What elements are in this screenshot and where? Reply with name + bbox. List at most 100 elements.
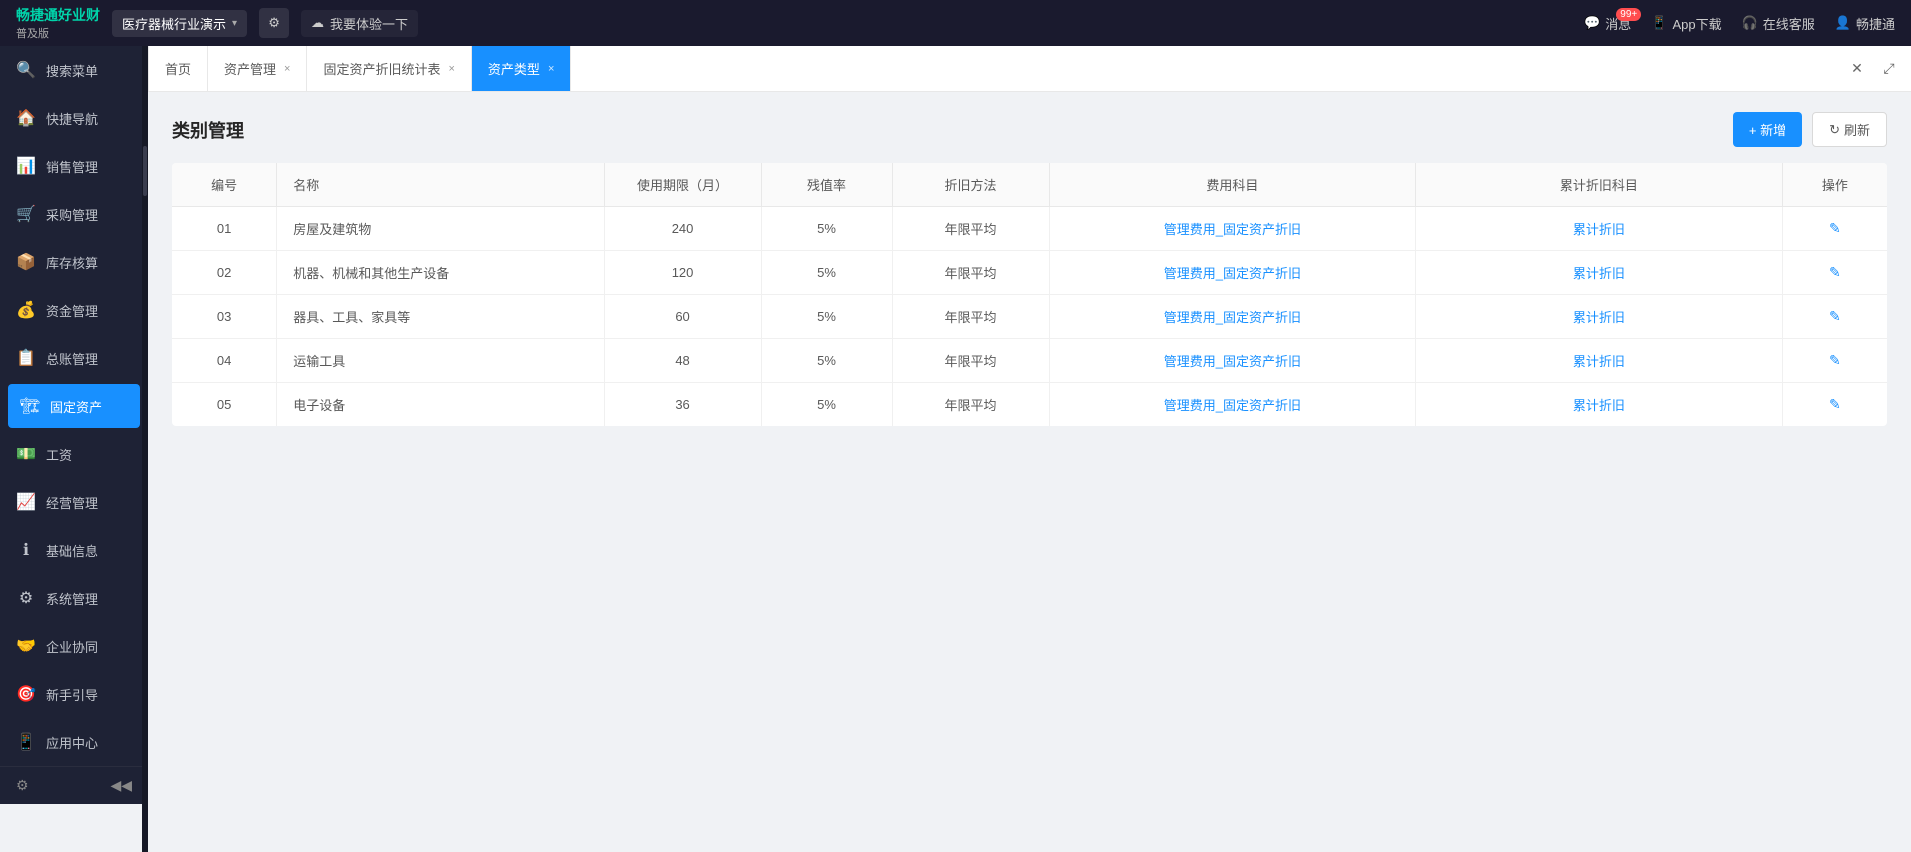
- category-table: 编号 名称 使用期限（月） 残值率 折旧方法 费用科目 累计折旧科目 操作 01…: [172, 163, 1887, 426]
- edit-button[interactable]: ✎: [1829, 396, 1841, 412]
- sidebar-item-label: 资金管理: [46, 301, 98, 320]
- tab-home[interactable]: 首页: [148, 46, 208, 91]
- content-area: 首页 资产管理 × 固定资产折旧统计表 × 资产类型 × ✕ ⤢ 类别管理: [148, 46, 1911, 852]
- edit-button[interactable]: ✎: [1829, 352, 1841, 368]
- settings-bottom-icon[interactable]: ⚙: [16, 777, 29, 794]
- scroll-thumb: [143, 146, 147, 196]
- download-icon: 📱: [1651, 15, 1667, 31]
- cell-action: ✎: [1782, 339, 1887, 383]
- tab-asset-management[interactable]: 资产管理 ×: [208, 46, 307, 91]
- sidebar-item-guide[interactable]: 🎯 新手引导: [0, 670, 148, 718]
- settings-icon[interactable]: ⚙: [259, 8, 289, 38]
- cell-method: 年限平均: [892, 207, 1049, 251]
- tab-close-asset-management[interactable]: ×: [284, 63, 290, 75]
- edit-button[interactable]: ✎: [1829, 308, 1841, 324]
- sidebar-item-inventory[interactable]: 📦 库存核算: [0, 238, 148, 286]
- new-button[interactable]: + 新增: [1733, 112, 1802, 147]
- main-layout: 🔍 搜索菜单 🏠 快捷导航 📊 销售管理 🛒 采购管理 📦 库存核算 💰: [0, 46, 1911, 852]
- cell-expense: 管理费用_固定资产折旧: [1049, 383, 1416, 427]
- col-header-code: 编号: [172, 163, 277, 207]
- cell-accumulated: 累计折旧: [1416, 339, 1783, 383]
- sidebar-item-label: 固定资产: [50, 397, 102, 416]
- sidebar-item-fixed-assets[interactable]: 🏗 固定资产: [8, 384, 140, 428]
- user-area[interactable]: 👤 畅捷通: [1835, 14, 1895, 33]
- sidebar-item-enterprise[interactable]: 🤝 企业协同: [0, 622, 148, 670]
- cell-code: 05: [172, 383, 277, 427]
- sidebar-wrapper: 🔍 搜索菜单 🏠 快捷导航 📊 销售管理 🛒 采购管理 📦 库存核算 💰: [0, 46, 148, 852]
- user-label: 畅捷通: [1856, 14, 1895, 33]
- experience-button[interactable]: ☁ 我要体验一下: [301, 10, 418, 37]
- logo-subtitle: 普及版: [16, 25, 49, 41]
- sidebar-item-sales[interactable]: 📊 销售管理: [0, 142, 148, 190]
- sidebar-item-system[interactable]: ⚙ 系统管理: [0, 574, 148, 622]
- inventory-icon: 📦: [16, 252, 36, 272]
- sidebar-item-basic-info[interactable]: ℹ 基础信息: [0, 526, 148, 574]
- purchase-icon: 🛒: [16, 204, 36, 224]
- assets-icon: 🏗: [20, 396, 40, 416]
- cell-period: 240: [604, 207, 761, 251]
- maximize-button[interactable]: ⤢: [1875, 55, 1903, 83]
- edit-button[interactable]: ✎: [1829, 220, 1841, 236]
- messages-button[interactable]: 💬 消息 99+: [1584, 14, 1631, 33]
- refresh-icon: ↻: [1829, 122, 1840, 138]
- cell-residual: 5%: [761, 251, 892, 295]
- message-icon: 💬: [1584, 15, 1600, 31]
- sidebar-item-search[interactable]: 🔍 搜索菜单: [0, 46, 148, 94]
- cell-code: 03: [172, 295, 277, 339]
- sidebar-bottom: ⚙ ◀◀: [0, 766, 148, 804]
- sidebar-item-purchase[interactable]: 🛒 采购管理: [0, 190, 148, 238]
- sidebar-item-funds[interactable]: 💰 资金管理: [0, 286, 148, 334]
- industry-label: 医疗器械行业演示: [122, 14, 226, 33]
- cell-method: 年限平均: [892, 383, 1049, 427]
- cell-method: 年限平均: [892, 339, 1049, 383]
- cell-method: 年限平均: [892, 251, 1049, 295]
- edit-button[interactable]: ✎: [1829, 264, 1841, 280]
- cell-residual: 5%: [761, 383, 892, 427]
- industry-selector[interactable]: 医疗器械行业演示 ▾: [112, 10, 247, 37]
- top-bar: 畅捷通好业财 普及版 医疗器械行业演示 ▾ ⚙ ☁ 我要体验一下 💬 消息 99…: [0, 0, 1911, 46]
- cell-action: ✎: [1782, 207, 1887, 251]
- cloud-icon: ☁: [311, 15, 324, 31]
- close-tab-button[interactable]: ✕: [1843, 55, 1871, 83]
- col-header-accumulated: 累计折旧科目: [1416, 163, 1783, 207]
- home-icon: 🏠: [16, 108, 36, 128]
- tab-close-asset-type[interactable]: ×: [548, 63, 554, 75]
- operations-icon: 📈: [16, 492, 36, 512]
- cell-accumulated: 累计折旧: [1416, 207, 1783, 251]
- sidebar-item-app-center[interactable]: 📱 应用中心: [0, 718, 148, 766]
- app-download-button[interactable]: 📱 App下载: [1651, 14, 1721, 33]
- sidebar-item-label: 工资: [46, 445, 72, 464]
- cell-action: ✎: [1782, 383, 1887, 427]
- online-service-button[interactable]: 🎧 在线客服: [1742, 14, 1815, 33]
- enterprise-icon: 🤝: [16, 636, 36, 656]
- sidebar-item-ledger[interactable]: 📋 总账管理: [0, 334, 148, 382]
- sidebar: 🔍 搜索菜单 🏠 快捷导航 📊 销售管理 🛒 采购管理 📦 库存核算 💰: [0, 46, 148, 804]
- collapse-icon[interactable]: ◀◀: [110, 777, 132, 794]
- online-service-label: 在线客服: [1763, 14, 1815, 33]
- logo-area: 畅捷通好业财 普及版: [16, 5, 100, 41]
- sidebar-item-salary[interactable]: 💵 工资: [0, 430, 148, 478]
- table-row: 03 器具、工具、家具等 60 5% 年限平均 管理费用_固定资产折旧 累计折旧…: [172, 295, 1887, 339]
- chevron-down-icon: ▾: [232, 18, 237, 29]
- tab-close-depreciation[interactable]: ×: [448, 63, 454, 75]
- search-icon: 🔍: [16, 60, 36, 80]
- sales-icon: 📊: [16, 156, 36, 176]
- sidebar-item-quick-nav[interactable]: 🏠 快捷导航: [0, 94, 148, 142]
- refresh-button[interactable]: ↻ 刷新: [1812, 112, 1887, 147]
- funds-icon: 💰: [16, 300, 36, 320]
- scroll-track: [142, 46, 148, 852]
- table-row: 04 运输工具 48 5% 年限平均 管理费用_固定资产折旧 累计折旧 ✎: [172, 339, 1887, 383]
- tabs-bar: 首页 资产管理 × 固定资产折旧统计表 × 资产类型 × ✕ ⤢: [148, 46, 1911, 92]
- cell-expense: 管理费用_固定资产折旧: [1049, 251, 1416, 295]
- sidebar-item-label: 采购管理: [46, 205, 98, 224]
- cell-method: 年限平均: [892, 295, 1049, 339]
- page-header: 类别管理 + 新增 ↻ 刷新: [172, 112, 1887, 147]
- cell-expense: 管理费用_固定资产折旧: [1049, 339, 1416, 383]
- table-header-row: 编号 名称 使用期限（月） 残值率 折旧方法 费用科目 累计折旧科目 操作: [172, 163, 1887, 207]
- sidebar-item-label: 搜索菜单: [46, 61, 98, 80]
- cell-name: 电子设备: [277, 383, 604, 427]
- tab-asset-type[interactable]: 资产类型 ×: [472, 46, 571, 91]
- tab-depreciation-table[interactable]: 固定资产折旧统计表 ×: [307, 46, 471, 91]
- sidebar-item-operations[interactable]: 📈 经营管理: [0, 478, 148, 526]
- refresh-label: 刷新: [1844, 120, 1870, 139]
